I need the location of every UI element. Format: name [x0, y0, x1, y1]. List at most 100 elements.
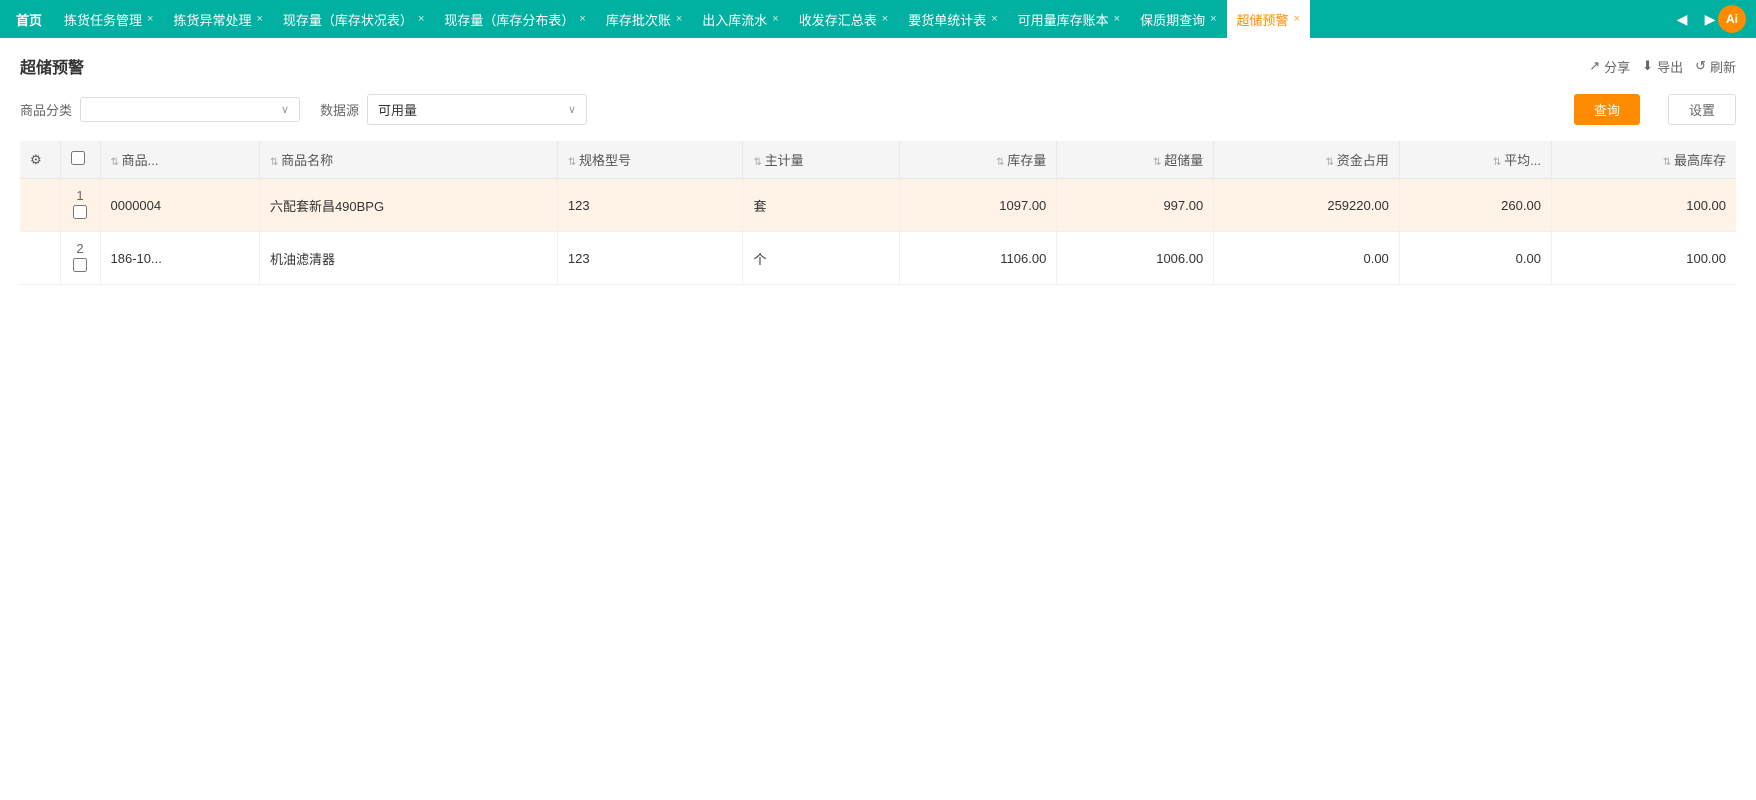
tab-label: 现存量（库存状况表） [283, 10, 413, 29]
query-button[interactable]: 查询 [1574, 94, 1640, 125]
share-icon: ↗ [1589, 58, 1600, 74]
tabs-container: 拣货任务管理×拣货异常处理×现存量（库存状况表）×现存量（库存分布表）×库存批次… [54, 0, 1310, 38]
col-capital[interactable]: ⇅ 资金占用 [1214, 141, 1400, 179]
tab-close-tab-7[interactable]: × [882, 13, 888, 25]
tab-label: 现存量（库存分布表） [444, 10, 574, 29]
data-table: ⚙ ⇅ 商品... ⇅ 商品名称 ⇅ 规格型号 ⇅ 主计量 ⇅ [20, 141, 1736, 285]
nav-tab-tab-1[interactable]: 拣货任务管理× [54, 0, 163, 38]
refresh-icon: ↺ [1695, 58, 1706, 74]
share-button[interactable]: ↗ 分享 [1589, 57, 1630, 76]
filter-category: 商品分类 ∨ [20, 97, 300, 122]
gear-icon: ⚙ [30, 152, 42, 167]
sort-icon: ⇅ [568, 157, 579, 168]
nav-tab-tab-7[interactable]: 收发存汇总表× [789, 0, 898, 38]
tab-close-tab-3[interactable]: × [418, 13, 424, 25]
cell-overstock: 997.00 [1057, 179, 1214, 232]
col-spec[interactable]: ⇅ 规格型号 [557, 141, 743, 179]
datasource-label: 数据源 [320, 100, 359, 119]
nav-tab-tab-10[interactable]: 保质期查询 × [1130, 0, 1226, 38]
sort-icon: ⇅ [1153, 157, 1164, 168]
tab-label: 拣货异常处理 [173, 10, 251, 29]
nav-tab-tab-5[interactable]: 库存批次账× [596, 0, 692, 38]
page-header: 超储预警 ↗ 分享 ⬇ 导出 ↺ 刷新 [20, 54, 1736, 78]
category-label: 商品分类 [20, 100, 72, 119]
nav-tab-tab-3[interactable]: 现存量（库存状况表） × [273, 0, 434, 38]
page-container: 超储预警 ↗ 分享 ⬇ 导出 ↺ 刷新 商品分类 ∨ 数据源 [0, 38, 1756, 800]
cell-overstock: 1006.00 [1057, 232, 1214, 285]
cell-product-name: 六配套新昌490BPG [259, 179, 557, 232]
share-label: 分享 [1604, 57, 1630, 76]
tab-close-tab-10[interactable]: × [1210, 13, 1216, 25]
export-icon: ⬇ [1642, 58, 1653, 74]
export-label: 导出 [1657, 57, 1683, 76]
nav-tab-tab-4[interactable]: 现存量（库存分布表） × [434, 0, 595, 38]
page-actions: ↗ 分享 ⬇ 导出 ↺ 刷新 [1589, 57, 1736, 76]
col-product-name[interactable]: ⇅ 商品名称 [259, 141, 557, 179]
row-checkbox-1[interactable] [73, 258, 87, 272]
row-checkbox-0[interactable] [73, 205, 87, 219]
table-row: 2 186-10... 机油滤清器 123 个 1106.00 1006.00 … [20, 232, 1736, 285]
datasource-select[interactable]: 可用量 ∨ [367, 94, 587, 125]
nav-tab-tab-6[interactable]: 出入库流水× [692, 0, 788, 38]
sort-icon: ⇅ [753, 157, 764, 168]
col-avg[interactable]: ⇅ 平均... [1399, 141, 1551, 179]
tab-close-tab-11[interactable]: × [1294, 13, 1300, 25]
nav-tab-tab-2[interactable]: 拣货异常处理 × [163, 0, 272, 38]
sort-icon: ⇅ [111, 157, 122, 168]
page-title: 超储预警 [20, 54, 84, 78]
filter-row: 商品分类 ∨ 数据源 可用量 ∨ 查询 设置 [20, 94, 1736, 125]
sort-icon: ⇅ [1493, 157, 1504, 168]
nav-tab-tab-9[interactable]: 可用量库存账本 × [1008, 0, 1130, 38]
nav-tab-tab-11[interactable]: 超储预警× [1227, 0, 1310, 38]
user-avatar[interactable]: Ai [1718, 5, 1746, 33]
col-settings[interactable]: ⚙ [20, 141, 60, 179]
col-overstock[interactable]: ⇅ 超储量 [1057, 141, 1214, 179]
tab-close-tab-9[interactable]: × [1114, 13, 1120, 25]
nav-tab-tab-8[interactable]: 要货单统计表× [898, 0, 1007, 38]
tab-label: 保质期查询 [1140, 10, 1205, 29]
col-checkbox[interactable] [60, 141, 100, 179]
settings-button[interactable]: 设置 [1668, 94, 1736, 125]
cell-product-code: 186-10... [100, 232, 259, 285]
tab-close-tab-6[interactable]: × [772, 13, 778, 25]
cell-unit: 套 [743, 179, 900, 232]
col-unit[interactable]: ⇅ 主计量 [743, 141, 900, 179]
tab-label: 可用量库存账本 [1018, 10, 1109, 29]
tab-close-tab-8[interactable]: × [991, 13, 997, 25]
cell-unit: 个 [743, 232, 900, 285]
table-header-row: ⚙ ⇅ 商品... ⇅ 商品名称 ⇅ 规格型号 ⇅ 主计量 ⇅ [20, 141, 1736, 179]
cell-spec: 123 [557, 179, 743, 232]
tab-close-tab-4[interactable]: × [579, 13, 585, 25]
cell-product-code: 0000004 [100, 179, 259, 232]
sort-icon: ⇅ [270, 157, 281, 168]
top-navigation: 首页 拣货任务管理×拣货异常处理×现存量（库存状况表）×现存量（库存分布表）×库… [0, 0, 1756, 38]
col-max-stock[interactable]: ⇅ 最高库存 [1551, 141, 1736, 179]
cell-capital: 259220.00 [1214, 179, 1400, 232]
sort-icon: ⇅ [1326, 157, 1337, 168]
select-all-checkbox[interactable] [71, 151, 85, 165]
col-product-code[interactable]: ⇅ 商品... [100, 141, 259, 179]
cell-spec: 123 [557, 232, 743, 285]
tab-close-tab-2[interactable]: × [256, 13, 262, 25]
col-stock[interactable]: ⇅ 库存量 [900, 141, 1057, 179]
category-select[interactable]: ∨ [80, 97, 300, 122]
refresh-label: 刷新 [1710, 57, 1736, 76]
cell-max-stock: 100.00 [1551, 179, 1736, 232]
tab-close-tab-1[interactable]: × [147, 13, 153, 25]
cell-avg: 0.00 [1399, 232, 1551, 285]
export-button[interactable]: ⬇ 导出 [1642, 57, 1683, 76]
table-body: 1 0000004 六配套新昌490BPG 123 套 1097.00 997.… [20, 179, 1736, 285]
table-header: ⚙ ⇅ 商品... ⇅ 商品名称 ⇅ 规格型号 ⇅ 主计量 ⇅ [20, 141, 1736, 179]
cell-stock: 1097.00 [900, 179, 1057, 232]
table-row: 1 0000004 六配套新昌490BPG 123 套 1097.00 997.… [20, 179, 1736, 232]
row-num-1: 2 [60, 232, 100, 285]
cell-max-stock: 100.00 [1551, 232, 1736, 285]
nav-home[interactable]: 首页 [4, 0, 54, 38]
nav-arrow-left[interactable]: ◀ [1668, 0, 1696, 38]
refresh-button[interactable]: ↺ 刷新 [1695, 57, 1736, 76]
row-settings-1 [20, 232, 60, 285]
row-num-0: 1 [60, 179, 100, 232]
tab-close-tab-5[interactable]: × [676, 13, 682, 25]
datasource-value: 可用量 [378, 100, 417, 119]
sort-icon: ⇅ [1663, 157, 1674, 168]
